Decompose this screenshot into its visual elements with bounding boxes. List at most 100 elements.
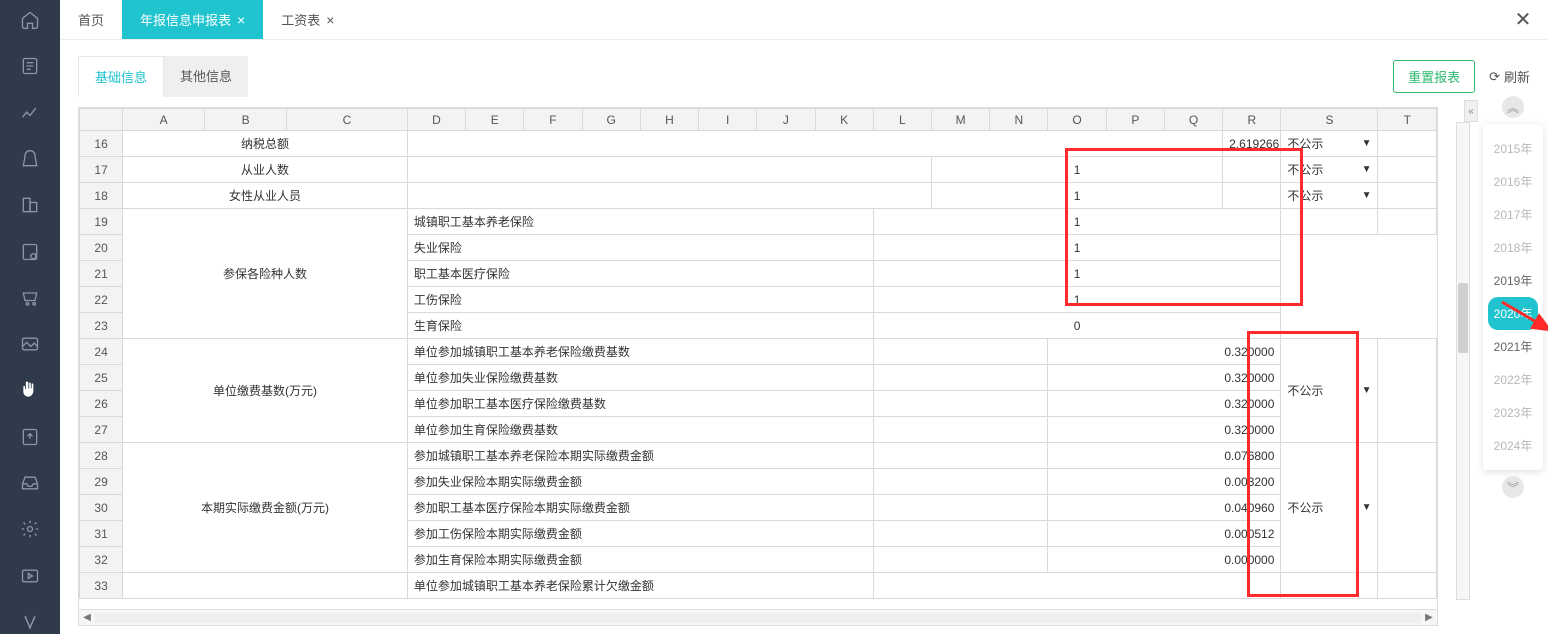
row-header[interactable]: 24 [80,339,123,365]
year-item[interactable]: 2017年 [1488,198,1538,231]
cell[interactable] [407,157,931,183]
cell[interactable] [1378,157,1437,183]
column-header[interactable]: L [873,109,931,131]
cell-value[interactable] [873,339,1048,365]
visibility-dropdown[interactable]: 不公示▼ [1281,131,1378,157]
scroll-right-icon[interactable]: ▶ [1421,612,1437,623]
subtab-other[interactable]: 其他信息 [164,56,248,97]
scroll-left-icon[interactable]: ◀ [79,612,95,623]
column-header[interactable] [80,109,123,131]
cell-value[interactable]: 1 [873,261,1281,287]
cell[interactable] [407,183,931,209]
row-header[interactable]: 19 [80,209,123,235]
tab-annual-report[interactable]: 年报信息申报表 × [122,0,263,39]
cell-value[interactable] [873,443,1048,469]
cell[interactable] [1281,573,1378,599]
refresh-button[interactable]: ⟳ 刷新 [1489,67,1530,86]
column-header[interactable]: B [205,109,287,131]
cell[interactable] [1378,573,1437,599]
visibility-dropdown[interactable]: 不公示▼ [1281,339,1378,443]
vertical-scrollbar[interactable] [1456,122,1470,600]
subtab-basic[interactable]: 基础信息 [78,56,164,97]
cell[interactable] [1378,131,1437,157]
nav-image-icon[interactable] [12,332,48,356]
row-header[interactable]: 17 [80,157,123,183]
cell-value[interactable]: 1 [873,287,1281,313]
tab-salary[interactable]: 工资表 × [263,0,352,39]
cell-value[interactable] [873,547,1048,573]
cell-value[interactable]: 0.040960 [1048,495,1281,521]
cell-value[interactable] [873,391,1048,417]
cell-value[interactable] [1223,157,1281,183]
cell-value[interactable]: 0.000000 [1048,547,1281,573]
year-item[interactable]: 2018年 [1488,231,1538,264]
row-header[interactable]: 25 [80,365,123,391]
nav-chart-icon[interactable] [12,101,48,125]
cell-value[interactable]: 2.619266 [1223,131,1281,157]
cell-value[interactable] [873,573,1281,599]
cell-value[interactable]: 0.320000 [1048,391,1281,417]
column-header[interactable]: N [990,109,1048,131]
year-down-icon[interactable]: ︾ [1502,476,1524,498]
year-item[interactable]: 2024年 [1488,429,1538,462]
cell-value[interactable]: 1 [873,235,1281,261]
cell-value[interactable]: 0.320000 [1048,339,1281,365]
tab-close-icon[interactable]: × [237,12,245,28]
row-header[interactable]: 22 [80,287,123,313]
close-icon[interactable]: ✕ [1508,0,1538,39]
nav-gear-icon[interactable] [12,517,48,541]
column-header[interactable]: S [1281,109,1378,131]
visibility-dropdown[interactable]: 不公示▼ [1281,183,1378,209]
cell-value[interactable]: 1 [932,157,1223,183]
visibility-dropdown[interactable]: 不公示▼ [1281,443,1378,573]
row-header[interactable]: 32 [80,547,123,573]
row-header[interactable]: 18 [80,183,123,209]
cell-value[interactable]: 0.320000 [1048,417,1281,443]
cell-value[interactable] [873,469,1048,495]
nav-building-icon[interactable] [12,193,48,217]
year-item[interactable]: 2019年 [1488,264,1538,297]
tab-close-icon[interactable]: × [326,12,334,28]
year-item[interactable]: 2020年 [1488,297,1538,330]
row-header[interactable]: 23 [80,313,123,339]
cell-value[interactable] [873,417,1048,443]
cell-value[interactable]: 0 [873,313,1281,339]
column-header[interactable]: M [932,109,990,131]
nav-v-icon[interactable] [12,610,48,634]
spreadsheet[interactable]: ABCDEFGHIJKLMNOPQRST 16纳税总额2.619266不公示▼1… [78,107,1438,610]
year-item[interactable]: 2015年 [1488,132,1538,165]
column-header[interactable]: F [524,109,582,131]
year-item[interactable]: 2016年 [1488,165,1538,198]
collapse-handle-icon[interactable]: « [1464,100,1478,122]
cell-value[interactable]: 0.000512 [1048,521,1281,547]
reset-report-button[interactable]: 重置报表 [1393,60,1475,93]
cell[interactable] [1378,443,1437,573]
cell-value[interactable] [873,495,1048,521]
column-header[interactable]: A [123,109,205,131]
cell-value[interactable]: 0.320000 [1048,365,1281,391]
row-header[interactable]: 33 [80,573,123,599]
column-header[interactable]: J [757,109,815,131]
row-header[interactable]: 30 [80,495,123,521]
nav-bag-icon[interactable] [12,147,48,171]
row-header[interactable]: 26 [80,391,123,417]
visibility-dropdown[interactable]: 不公示▼ [1281,157,1378,183]
column-header[interactable]: R [1223,109,1281,131]
row-header[interactable]: 20 [80,235,123,261]
nav-form-icon[interactable] [12,54,48,78]
cell-value[interactable]: 1 [932,183,1223,209]
year-item[interactable]: 2022年 [1488,363,1538,396]
row-header[interactable]: 27 [80,417,123,443]
column-header[interactable]: D [407,109,465,131]
column-header[interactable]: E [466,109,524,131]
cell-value[interactable]: 1 [873,209,1281,235]
cell-value[interactable] [873,521,1048,547]
column-header[interactable]: G [582,109,640,131]
row-header[interactable]: 21 [80,261,123,287]
column-header[interactable]: O [1048,109,1106,131]
column-header[interactable]: K [815,109,873,131]
column-header[interactable]: C [287,109,408,131]
cell-value[interactable] [873,365,1048,391]
cell[interactable] [1378,183,1437,209]
cell[interactable] [1378,339,1437,443]
